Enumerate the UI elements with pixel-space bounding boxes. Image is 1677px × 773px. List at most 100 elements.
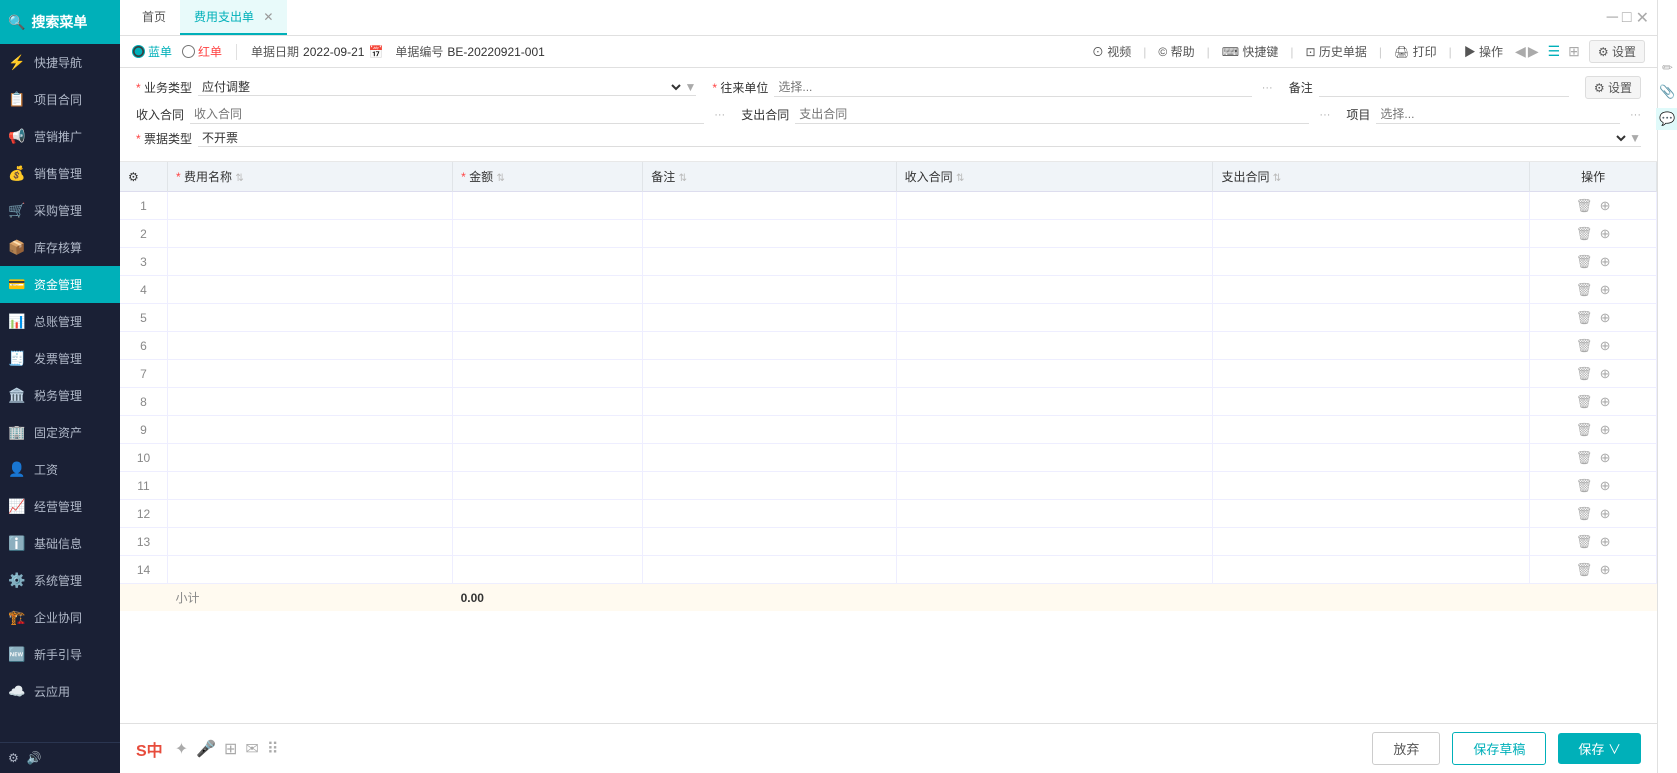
- cell-expense-name[interactable]: [168, 500, 453, 528]
- grid-icon[interactable]: ⊞: [224, 739, 237, 759]
- cell-income-contract[interactable]: [896, 388, 1213, 416]
- cell-income-contract[interactable]: [896, 416, 1213, 444]
- cell-expense-name[interactable]: [168, 556, 453, 584]
- copy-row-icon[interactable]: ⊕: [1600, 478, 1611, 493]
- grid-view-button[interactable]: ⊞: [1565, 42, 1583, 61]
- cell-income-contract[interactable]: [896, 332, 1213, 360]
- cell-amount[interactable]: [453, 556, 643, 584]
- settings-btn[interactable]: ⚙ 设置: [1585, 76, 1641, 99]
- cell-expense-contract[interactable]: [1213, 304, 1530, 332]
- mail-icon[interactable]: ✉: [245, 739, 258, 759]
- expense-contract-addon[interactable]: ···: [1319, 109, 1330, 121]
- sidebar-item-salary[interactable]: 👤 工资: [0, 451, 120, 488]
- cell-expense-contract[interactable]: [1213, 276, 1530, 304]
- project-input[interactable]: [1376, 105, 1620, 124]
- apps-icon[interactable]: ⠿: [267, 739, 279, 759]
- cell-income-contract[interactable]: [896, 444, 1213, 472]
- delete-row-icon[interactable]: 🗑: [1576, 450, 1593, 465]
- cell-amount[interactable]: [453, 332, 643, 360]
- audio-icon[interactable]: 🔊: [27, 751, 42, 765]
- cell-expense-name[interactable]: [168, 472, 453, 500]
- sidebar-item-tax[interactable]: 🏛️ 税务管理: [0, 377, 120, 414]
- copy-row-icon[interactable]: ⊕: [1600, 282, 1611, 297]
- cell-expense-contract[interactable]: [1213, 472, 1530, 500]
- cell-income-contract[interactable]: [896, 220, 1213, 248]
- sidebar-item-project-contract[interactable]: 📋 项目合同: [0, 81, 120, 118]
- cell-expense-name[interactable]: [168, 528, 453, 556]
- panel-chat-icon[interactable]: 💬: [1656, 108, 1677, 130]
- sidebar-item-capital[interactable]: 💳 资金管理: [0, 266, 120, 303]
- sidebar-item-marketing[interactable]: 📢 营销推广: [0, 118, 120, 155]
- copy-row-icon[interactable]: ⊕: [1600, 534, 1611, 549]
- sidebar-item-enterprise[interactable]: 🏗️ 企业协同: [0, 599, 120, 636]
- remark-input[interactable]: [1319, 78, 1569, 97]
- radio-red[interactable]: [182, 45, 195, 58]
- help-button[interactable]: © 帮助: [1152, 41, 1200, 62]
- cell-remark[interactable]: [643, 192, 896, 220]
- cell-expense-contract[interactable]: [1213, 556, 1530, 584]
- sidebar-item-sales[interactable]: 💰 销售管理: [0, 155, 120, 192]
- sort-expense-contract[interactable]: ⇅: [1273, 173, 1281, 184]
- cell-amount[interactable]: [453, 248, 643, 276]
- cell-remark[interactable]: [643, 332, 896, 360]
- delete-row-icon[interactable]: 🗑: [1576, 534, 1593, 549]
- copy-row-icon[interactable]: ⊕: [1600, 338, 1611, 353]
- operation-button[interactable]: ▶ 操作: [1458, 41, 1509, 62]
- cell-expense-contract[interactable]: [1213, 360, 1530, 388]
- cell-expense-contract[interactable]: [1213, 416, 1530, 444]
- radio-red-label[interactable]: 红单: [182, 43, 222, 60]
- invoice-type-select[interactable]: 不开票 增值税普通发票 增值税专用发票: [198, 130, 1629, 146]
- cell-expense-contract[interactable]: [1213, 192, 1530, 220]
- sidebar-item-invoice[interactable]: 🧾 发票管理: [0, 340, 120, 377]
- sidebar-item-ledger[interactable]: 📊 总账管理: [0, 303, 120, 340]
- sidebar-item-basic-info[interactable]: ℹ️ 基础信息: [0, 525, 120, 562]
- save-draft-button[interactable]: 保存草稿: [1452, 732, 1546, 765]
- cell-amount[interactable]: [453, 304, 643, 332]
- sparkle-icon[interactable]: ✦: [175, 739, 188, 759]
- delete-row-icon[interactable]: 🗑: [1576, 422, 1593, 437]
- print-button[interactable]: 🖨 打印: [1388, 41, 1443, 62]
- biz-type-select[interactable]: 应付调整 其他: [198, 79, 684, 95]
- cell-income-contract[interactable]: [896, 556, 1213, 584]
- cell-amount[interactable]: [453, 500, 643, 528]
- cell-remark[interactable]: [643, 304, 896, 332]
- expense-contract-input[interactable]: [795, 105, 1309, 124]
- cell-income-contract[interactable]: [896, 500, 1213, 528]
- sidebar-item-system[interactable]: ⚙️ 系统管理: [0, 562, 120, 599]
- cell-income-contract[interactable]: [896, 192, 1213, 220]
- sidebar-item-cloud[interactable]: ☁️ 云应用: [0, 673, 120, 710]
- set-button[interactable]: ⚙ 设置: [1589, 40, 1645, 63]
- cell-income-contract[interactable]: [896, 472, 1213, 500]
- cell-remark[interactable]: [643, 444, 896, 472]
- cell-expense-contract[interactable]: [1213, 500, 1530, 528]
- panel-attach-icon[interactable]: 📎: [1659, 84, 1675, 100]
- tab-expense[interactable]: 费用支出单 ✕: [180, 0, 287, 35]
- sort-amount[interactable]: ⇅: [497, 173, 505, 184]
- cell-income-contract[interactable]: [896, 304, 1213, 332]
- cell-amount[interactable]: [453, 388, 643, 416]
- copy-row-icon[interactable]: ⊕: [1600, 450, 1611, 465]
- cell-remark[interactable]: [643, 500, 896, 528]
- partner-input[interactable]: [774, 78, 1251, 97]
- discard-button[interactable]: 放弃: [1372, 732, 1440, 765]
- delete-row-icon[interactable]: 🗑: [1576, 338, 1593, 353]
- radio-blue-label[interactable]: 蓝单: [132, 43, 172, 60]
- col-settings[interactable]: ⚙: [120, 162, 168, 192]
- window-minimize-button[interactable]: ─: [1607, 9, 1618, 27]
- delete-row-icon[interactable]: 🗑: [1576, 198, 1593, 213]
- tab-home[interactable]: 首页: [128, 0, 180, 35]
- cell-expense-name[interactable]: [168, 416, 453, 444]
- save-button[interactable]: 保存 ∨: [1558, 733, 1641, 764]
- cell-amount[interactable]: [453, 360, 643, 388]
- sort-remark[interactable]: ⇅: [679, 173, 687, 184]
- sidebar-item-inventory[interactable]: 📦 库存核算: [0, 229, 120, 266]
- sidebar-item-purchase[interactable]: 🛒 采购管理: [0, 192, 120, 229]
- cell-expense-name[interactable]: [168, 304, 453, 332]
- copy-row-icon[interactable]: ⊕: [1600, 422, 1611, 437]
- cell-expense-name[interactable]: [168, 192, 453, 220]
- biz-type-select-wrapper[interactable]: 应付调整 其他 ▼: [198, 79, 696, 96]
- cell-income-contract[interactable]: [896, 360, 1213, 388]
- cell-amount[interactable]: [453, 192, 643, 220]
- cell-remark[interactable]: [643, 528, 896, 556]
- income-contract-addon[interactable]: ···: [714, 109, 725, 121]
